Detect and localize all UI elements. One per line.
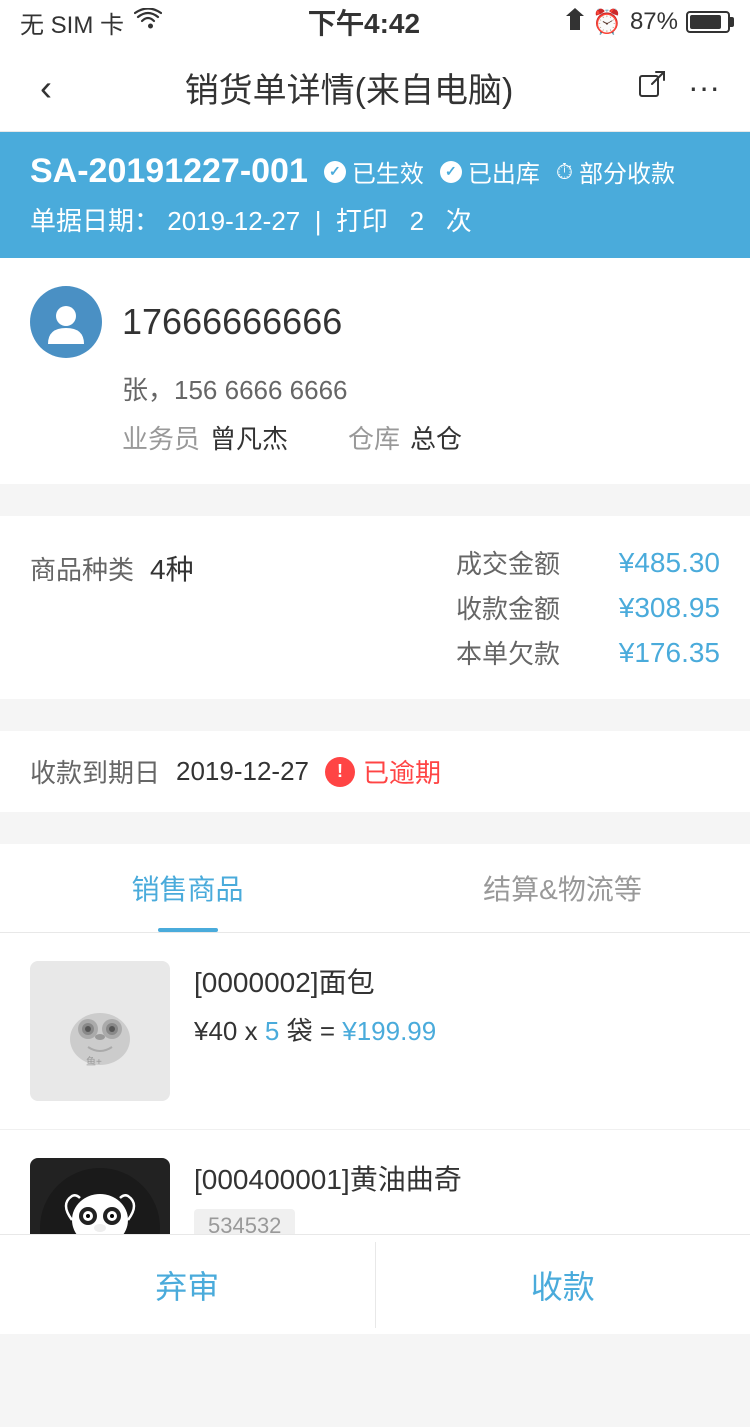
status-bar: 无 SIM 卡 下午4:42 ⏰ 87% [0, 0, 750, 44]
status-partial-label: 部分收款 [579, 154, 675, 189]
payment-due-date: 2019-12-27 [176, 756, 309, 787]
customer-section: 17666666666 张，156 6666 6666 业务员 曾凡杰 仓库 总… [0, 258, 750, 484]
customer-name-phone: 张，156 6666 6666 [30, 370, 720, 407]
bottom-toolbar: 弃审 收款 [0, 1234, 750, 1334]
owed-amount-row: 本单欠款 ¥176.35 [456, 634, 720, 671]
sales-person-label: 业务员 [122, 419, 200, 456]
customer-meta: 业务员 曾凡杰 仓库 总仓 [30, 419, 720, 456]
wifi-icon [134, 8, 162, 37]
check-icon-1 [324, 161, 346, 183]
trading-amount-row: 成交金额 ¥485.30 [456, 544, 720, 581]
product-name-2: [000400001]黄油曲奇 [194, 1158, 720, 1198]
status-right: ⏰ 87% [566, 8, 730, 37]
payment-due-section: 收款到期日 2019-12-27 ! 已逾期 [0, 731, 750, 812]
collect-payment-button[interactable]: 收款 [376, 1242, 750, 1328]
order-header-top: SA-20191227-001 已生效 已出库 ⏱ 部分收款 [30, 152, 720, 191]
product-total-1: ¥199.99 [342, 1016, 436, 1046]
battery-text: 87% [630, 8, 678, 36]
separator-2 [0, 715, 750, 731]
order-id: SA-20191227-001 [30, 152, 308, 191]
customer-phone: 17666666666 [122, 301, 342, 343]
product-info-1: [0000002]面包 ¥40 x 5 袋 = ¥199.99 [194, 961, 720, 1048]
print-unit: 次 [446, 206, 472, 236]
trading-amount-value: ¥485.30 [580, 547, 720, 579]
date-label: 单据日期： [30, 206, 160, 236]
separator-1 [0, 500, 750, 516]
summary-section: 商品种类 4种 成交金额 ¥485.30 收款金额 ¥308.95 本单欠款 ¥… [0, 516, 750, 699]
customer-avatar [30, 286, 102, 358]
more-button[interactable]: ··· [688, 69, 720, 106]
product-base-price-1: ¥40 [194, 1016, 237, 1046]
svg-text:鱼+: 鱼+ [86, 1055, 102, 1068]
clock-icon: ⏱ [556, 159, 573, 185]
product-unit-1: 袋 [287, 1016, 313, 1046]
status-active-label: 已生效 [352, 154, 424, 189]
payment-due-label: 收款到期日 [30, 753, 160, 790]
nav-actions: ··· [636, 68, 720, 108]
nav-bar: ‹ 销货单详情(来自电脑) ··· [0, 44, 750, 132]
page-title: 销货单详情(来自电脑) [185, 63, 514, 112]
trading-amount-label: 成交金额 [456, 544, 560, 581]
status-shipped-label: 已出库 [468, 154, 540, 189]
status-left: 无 SIM 卡 [20, 5, 162, 40]
date-value: 2019-12-27 [167, 206, 300, 236]
owed-amount-label: 本单欠款 [456, 634, 560, 671]
customer-top: 17666666666 [30, 286, 720, 358]
warehouse-value: 总仓 [410, 419, 462, 456]
product-image-1: 鱼+ [30, 961, 170, 1101]
product-name-1: [0000002]面包 [194, 961, 720, 1001]
status-badge-active: 已生效 [324, 154, 424, 189]
collected-amount-value: ¥308.95 [580, 592, 720, 624]
print-label: 打印 [336, 206, 388, 236]
status-time: 下午4:42 [308, 2, 420, 42]
sales-person-value: 曾凡杰 [210, 419, 288, 456]
order-header: SA-20191227-001 已生效 已出库 ⏱ 部分收款 单据日期： 201… [0, 132, 750, 258]
tab-settlement[interactable]: 结算&物流等 [375, 844, 750, 932]
tabs-section: 销售商品 结算&物流等 [0, 844, 750, 933]
share-button[interactable] [636, 68, 668, 108]
product-quantity-1: 5 [265, 1016, 279, 1046]
separator-3 [0, 828, 750, 844]
sales-person-meta: 业务员 曾凡杰 [122, 419, 288, 456]
overdue-text: 已逾期 [363, 753, 441, 790]
status-badge-shipped: 已出库 [440, 154, 540, 189]
summary-left: 商品种类 4种 [30, 544, 194, 588]
overdue-icon: ! [325, 757, 355, 787]
category-label: 商品种类 [30, 550, 134, 587]
order-date: 单据日期： 2019-12-27 | 打印 2 次 [30, 201, 720, 238]
alarm-icon: ⏰ [592, 8, 622, 37]
product-item-1: 鱼+ [0000002]面包 ¥40 x 5 袋 = ¥199.99 [0, 933, 750, 1130]
collected-amount-label: 收款金额 [456, 589, 560, 626]
product-price-1: ¥40 x 5 袋 = ¥199.99 [194, 1011, 720, 1048]
warehouse-label: 仓库 [348, 419, 400, 456]
overdue-badge: ! 已逾期 [325, 753, 441, 790]
category-count: 4种 [150, 548, 194, 588]
check-icon-2 [440, 161, 462, 183]
summary-right: 成交金额 ¥485.30 收款金额 ¥308.95 本单欠款 ¥176.35 [456, 544, 720, 671]
tab-sales[interactable]: 销售商品 [0, 844, 375, 932]
cancel-audit-button[interactable]: 弃审 [0, 1242, 376, 1328]
back-button[interactable]: ‹ [30, 57, 62, 119]
print-count: 2 [410, 206, 424, 236]
carrier-text: 无 SIM 卡 [20, 5, 124, 40]
status-badge-partial: ⏱ 部分收款 [556, 154, 675, 189]
location-icon [566, 8, 584, 37]
warehouse-meta: 仓库 总仓 [348, 419, 462, 456]
collected-amount-row: 收款金额 ¥308.95 [456, 589, 720, 626]
owed-amount-value: ¥176.35 [580, 637, 720, 669]
battery-icon [686, 8, 730, 36]
